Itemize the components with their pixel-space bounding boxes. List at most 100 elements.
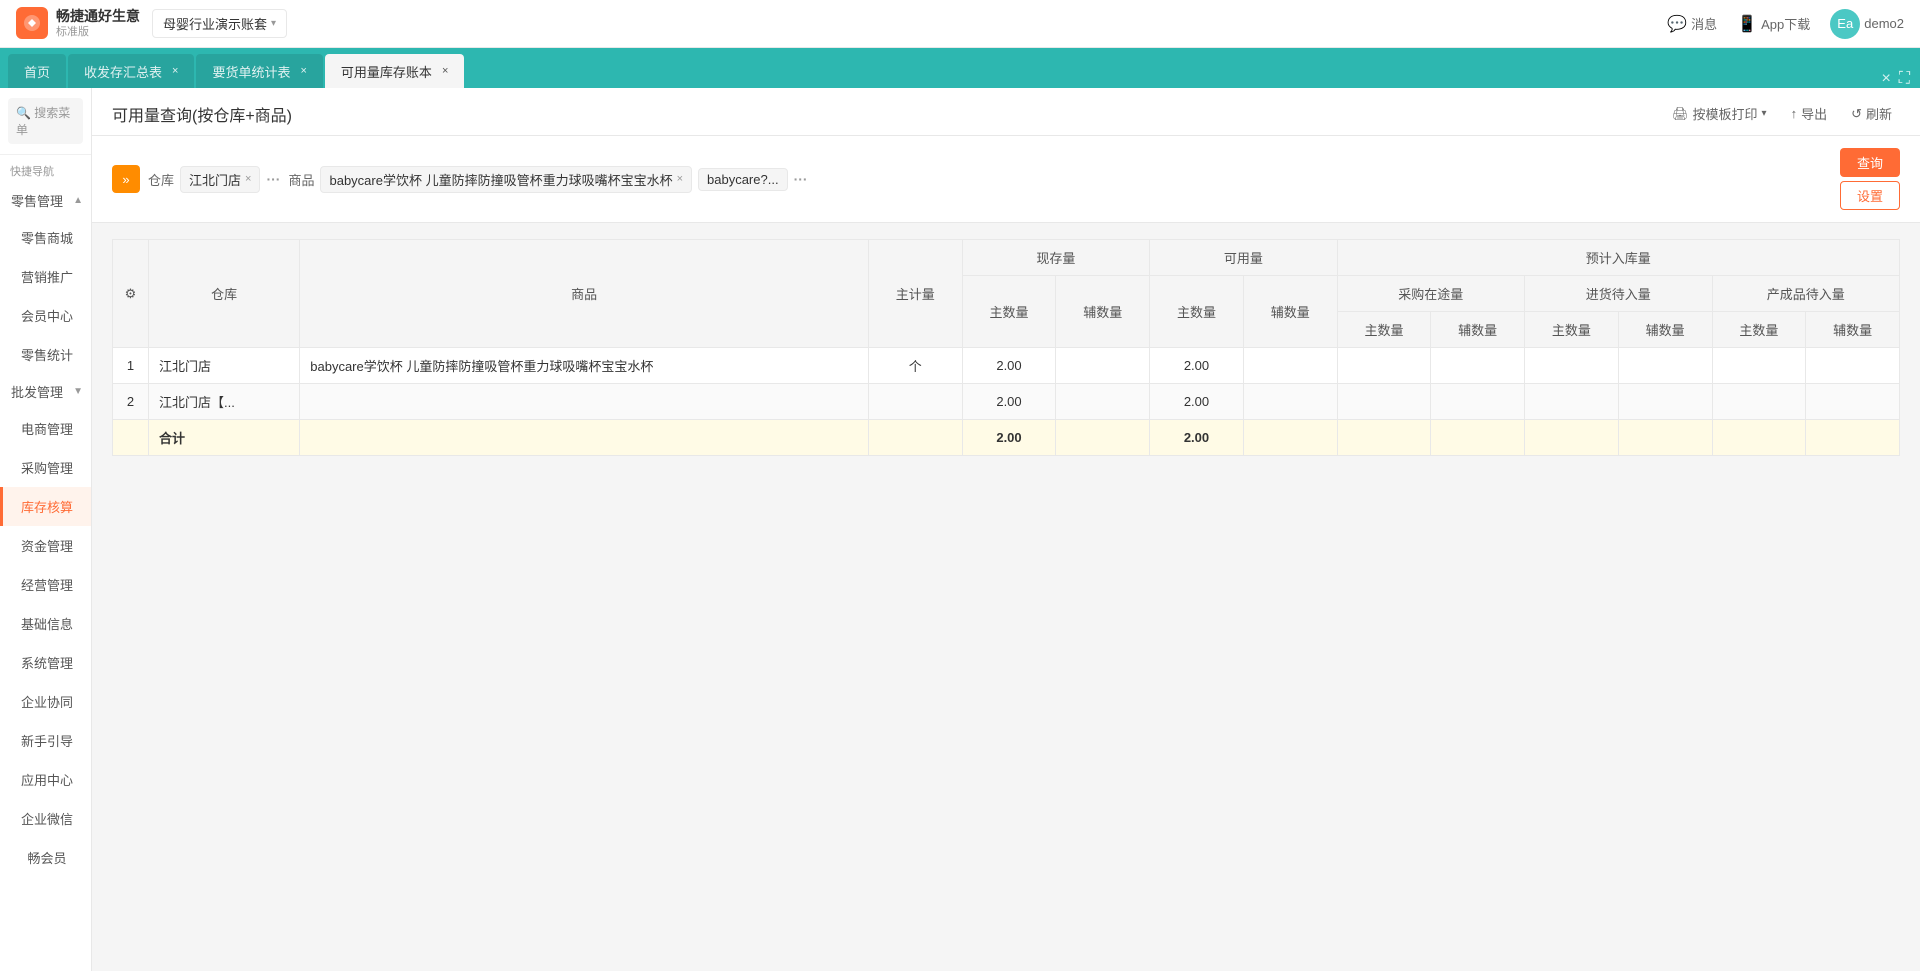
row-purchase-main [1337, 348, 1431, 384]
col-available-header: 可用量 [1150, 240, 1337, 276]
total-purchase-aux [1431, 420, 1525, 456]
settings-icon: ⚙ [125, 286, 137, 301]
sidebar-item-enterprise[interactable]: 企业协同 [0, 682, 91, 721]
row-current-aux-qty [1056, 384, 1150, 420]
col-settings-header[interactable]: ⚙ [113, 240, 149, 348]
tab-close-available-stock[interactable]: × [442, 65, 448, 77]
warehouse-tag-remove-icon[interactable]: × [245, 173, 251, 185]
sidebar-inventory-label: 库存核算 [21, 497, 73, 516]
sidebar-item-retail-mgmt-label: 零售管理 [11, 191, 63, 210]
sidebar-item-sys-mgmt[interactable]: 系统管理 [0, 643, 91, 682]
warehouse-filter-tag[interactable]: 江北门店 × [180, 166, 260, 193]
col-main-unit-header: 主计量 [868, 240, 962, 348]
row-purchase-aux [1431, 348, 1525, 384]
sidebar-finance-label: 资金管理 [21, 536, 73, 555]
tab-close-order-stats[interactable]: × [300, 65, 306, 77]
message-button[interactable]: 💬 消息 [1667, 14, 1717, 34]
sidebar-vip-member-label: 畅会员 [27, 848, 66, 867]
sidebar-retail-mall-label: 零售商城 [21, 228, 73, 247]
col-product-header: 商品 [300, 240, 869, 348]
sidebar-item-marketing[interactable]: 营销推广 [0, 257, 91, 296]
sidebar-enterprise-label: 企业协同 [21, 692, 73, 711]
row-available-aux-qty [1243, 384, 1337, 420]
filter-expand-button[interactable]: » [112, 165, 140, 193]
fullscreen-button[interactable]: ⛶ [1899, 70, 1910, 88]
close-all-tabs-button[interactable]: × [1881, 70, 1890, 88]
sidebar-item-inventory[interactable]: 库存核算 [0, 487, 91, 526]
content-area: 可用量查询(按仓库+商品) 🖨 按模板打印 ▾ ↑ 导出 ↺ 刷新 [92, 88, 1920, 971]
print-dropdown-icon: ▾ [1762, 108, 1767, 119]
refresh-icon: ↺ [1851, 106, 1862, 122]
tab-close-receipt-summary[interactable]: × [172, 65, 178, 77]
logo-area: 畅捷通好生意 标准版 [16, 7, 140, 39]
sidebar-item-enterprise-wx[interactable]: 企业微信 [0, 799, 91, 838]
row-product [300, 384, 869, 420]
tab-order-stats[interactable]: 要货单统计表 × [196, 54, 322, 88]
app-icon: 📱 [1737, 14, 1757, 34]
col-purchase-main-qty: 主数量 [1337, 312, 1431, 348]
sidebar-item-retail-mgmt[interactable]: 零售管理 ▲ [0, 183, 91, 218]
row-finished-main [1712, 384, 1806, 420]
product-filter-tag1[interactable]: babycare学饮杯 儿童防摔防撞吸管杯重力球吸嘴杯宝宝水杯 × [320, 166, 692, 193]
sidebar-item-app-center[interactable]: 应用中心 [0, 760, 91, 799]
tab-available-stock-label: 可用量库存账本 [341, 62, 432, 81]
sidebar-item-ecommerce[interactable]: 电商管理 [0, 409, 91, 448]
sidebar-item-vip-member[interactable]: 畅会员 [0, 838, 91, 877]
sidebar-retail-stats-label: 零售统计 [21, 345, 73, 364]
product-more-icon[interactable]: ··· [794, 171, 808, 187]
export-icon: ↑ [1791, 106, 1798, 121]
sidebar-item-member-center[interactable]: 会员中心 [0, 296, 91, 335]
row-seq: 1 [113, 348, 149, 384]
total-finished-aux [1806, 420, 1900, 456]
sidebar-item-retail-stats[interactable]: 零售统计 [0, 335, 91, 374]
tab-bar: 首页 收发存汇总表 × 要货单统计表 × 可用量库存账本 × × ⛶ [0, 48, 1920, 88]
main-layout: 🔍 搜索菜单 快捷导航 零售管理 ▲ 零售商城 营销推广 会员中心 零售统计 批… [0, 88, 1920, 971]
sidebar-item-new-guide[interactable]: 新手引导 [0, 721, 91, 760]
product-tag1-remove-icon[interactable]: × [677, 173, 683, 185]
user-profile[interactable]: Ea demo2 [1830, 9, 1904, 39]
tab-home[interactable]: 首页 [8, 54, 66, 88]
settings-button[interactable]: 设置 [1840, 181, 1900, 210]
col-current-stock-header: 现存量 [962, 240, 1149, 276]
col-goods-aux-qty: 辅数量 [1618, 312, 1712, 348]
row-finished-aux [1806, 384, 1900, 420]
col-expected-in-header: 预计入库量 [1337, 240, 1899, 276]
tab-receipt-summary[interactable]: 收发存汇总表 × [68, 54, 194, 88]
refresh-button[interactable]: ↺ 刷新 [1843, 100, 1900, 127]
warehouse-more-icon[interactable]: ··· [266, 171, 280, 187]
warehouse-filter-label: 仓库 [148, 170, 174, 189]
query-button[interactable]: 查询 [1840, 148, 1900, 177]
search-menu-button[interactable]: 🔍 搜索菜单 [8, 98, 83, 144]
sidebar-item-finance[interactable]: 资金管理 [0, 526, 91, 565]
product-filter-tag2[interactable]: babycare?... [698, 168, 788, 191]
app-download-button[interactable]: 📱 App下载 [1737, 14, 1810, 34]
row-available-main-qty: 2.00 [1150, 384, 1244, 420]
row-product: babycare学饮杯 儿童防摔防撞吸管杯重力球吸嘴杯宝宝水杯 [300, 348, 869, 384]
print-by-template-button[interactable]: 🖨 按模板打印 ▾ [1664, 100, 1775, 127]
page-actions: 🖨 按模板打印 ▾ ↑ 导出 ↺ 刷新 [1664, 100, 1900, 127]
chevron-down-icon: ▾ [271, 18, 276, 29]
row-warehouse: 江北门店 [149, 348, 300, 384]
sidebar-marketing-label: 营销推广 [21, 267, 73, 286]
export-button[interactable]: ↑ 导出 [1783, 100, 1836, 127]
top-bar: 畅捷通好生意 标准版 母婴行业演示账套 ▾ 💬 消息 📱 App下载 Ea de… [0, 0, 1920, 48]
sidebar-item-retail-mall[interactable]: 零售商城 [0, 218, 91, 257]
sidebar: 🔍 搜索菜单 快捷导航 零售管理 ▲ 零售商城 营销推广 会员中心 零售统计 批… [0, 88, 92, 971]
sidebar-item-ops-mgmt[interactable]: 经营管理 [0, 565, 91, 604]
row-goods-main [1525, 384, 1619, 420]
row-finished-aux [1806, 348, 1900, 384]
industry-selector[interactable]: 母婴行业演示账套 ▾ [152, 9, 287, 38]
tab-available-stock[interactable]: 可用量库存账本 × [325, 54, 464, 88]
total-unit-empty [868, 420, 962, 456]
chevron-up-icon: ▲ [73, 195, 83, 206]
sidebar-item-purchase-mgmt[interactable]: 采购管理 [0, 448, 91, 487]
row-goods-aux [1618, 348, 1712, 384]
sidebar-item-basic-info[interactable]: 基础信息 [0, 604, 91, 643]
tab-bar-actions: × ⛶ [1871, 70, 1920, 88]
col-purchase-aux-qty: 辅数量 [1431, 312, 1525, 348]
tab-home-label: 首页 [24, 62, 50, 81]
total-available-aux-qty [1243, 420, 1337, 456]
sidebar-item-wholesale-mgmt[interactable]: 批发管理 ▼ [0, 374, 91, 409]
user-name: demo2 [1864, 16, 1904, 31]
product-filter-label: 商品 [288, 170, 314, 189]
